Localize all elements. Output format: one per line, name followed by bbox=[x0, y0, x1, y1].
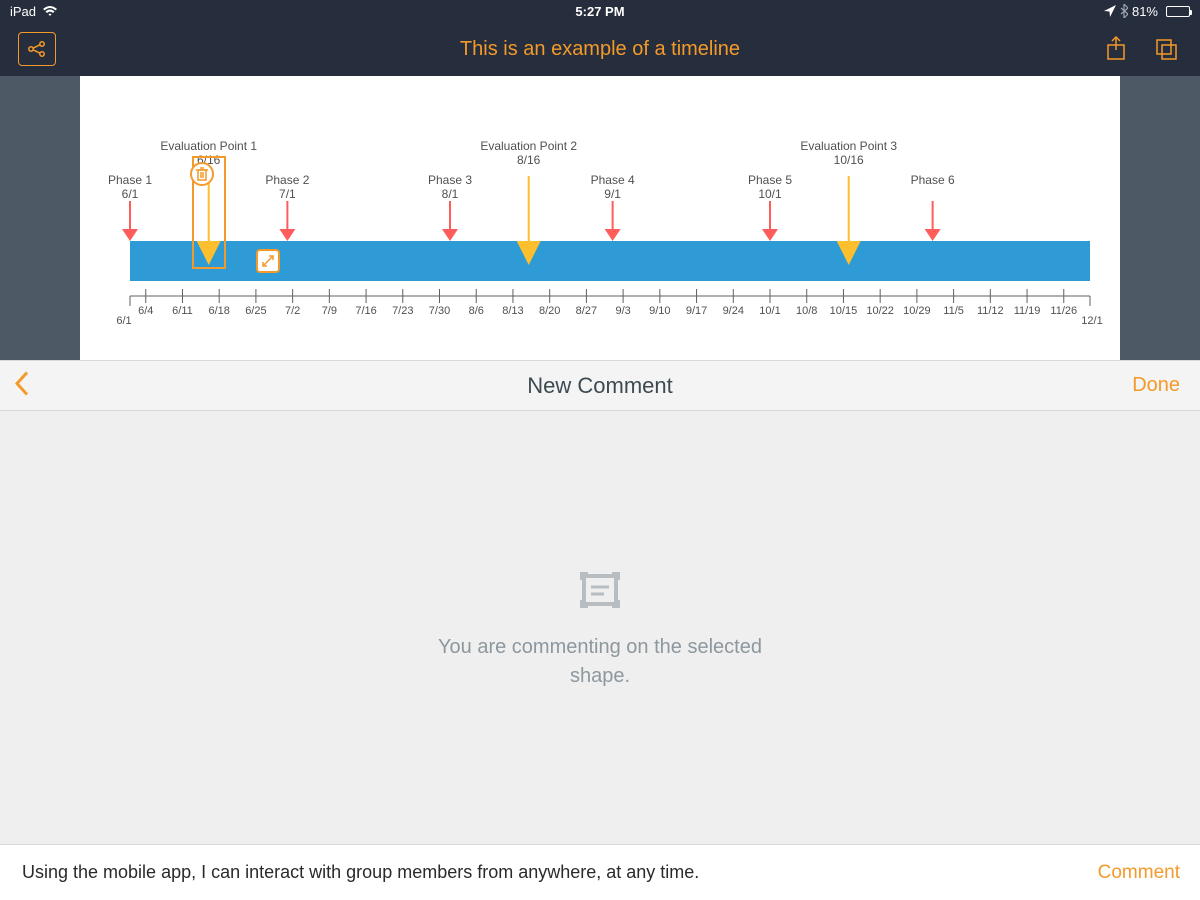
svg-text:Evaluation Point 3: Evaluation Point 3 bbox=[800, 139, 897, 153]
comment-title: New Comment bbox=[527, 373, 672, 399]
svg-text:10/29: 10/29 bbox=[903, 305, 931, 317]
comment-header: New Comment Done bbox=[0, 361, 1200, 411]
svg-text:Phase 6: Phase 6 bbox=[911, 173, 955, 187]
comment-send-button[interactable]: Comment bbox=[1098, 862, 1180, 884]
svg-text:10/1: 10/1 bbox=[758, 187, 782, 201]
svg-text:7/23: 7/23 bbox=[392, 305, 413, 317]
wifi-icon bbox=[42, 5, 58, 17]
svg-text:9/24: 9/24 bbox=[723, 305, 744, 317]
svg-text:9/1: 9/1 bbox=[604, 187, 621, 201]
svg-text:8/1: 8/1 bbox=[442, 187, 459, 201]
svg-text:9/10: 9/10 bbox=[649, 305, 670, 317]
svg-text:6/11: 6/11 bbox=[172, 305, 193, 317]
comment-body: You are commenting on the selected shape… bbox=[0, 411, 1200, 844]
delete-handle[interactable] bbox=[190, 162, 214, 186]
svg-text:10/16: 10/16 bbox=[834, 153, 864, 167]
svg-text:12/1: 12/1 bbox=[1081, 315, 1102, 327]
done-button[interactable]: Done bbox=[1132, 374, 1180, 397]
ios-status-bar: iPad 5:27 PM 81% bbox=[0, 0, 1200, 22]
svg-text:6/1: 6/1 bbox=[122, 187, 139, 201]
comment-input[interactable] bbox=[20, 861, 1078, 884]
app-header: This is an example of a timeline bbox=[0, 22, 1200, 76]
document-canvas[interactable]: 6/1 12/1 6/4 6/11 6/18 6/25 7/2 7/9 7/16 7/23 7/30… bbox=[80, 76, 1120, 360]
location-icon bbox=[1104, 5, 1116, 17]
battery-percent: 81% bbox=[1132, 4, 1158, 19]
svg-text:9/3: 9/3 bbox=[615, 305, 630, 317]
svg-text:8/16: 8/16 bbox=[517, 153, 541, 167]
document-title: This is an example of a timeline bbox=[460, 38, 740, 61]
copy-icon[interactable] bbox=[1150, 33, 1182, 65]
svg-text:6/25: 6/25 bbox=[245, 305, 266, 317]
svg-text:Phase 3: Phase 3 bbox=[428, 173, 472, 187]
comment-input-bar: Comment bbox=[0, 844, 1200, 900]
svg-text:7/16: 7/16 bbox=[355, 305, 376, 317]
svg-text:10/22: 10/22 bbox=[866, 305, 894, 317]
timeline-chart[interactable]: 6/1 12/1 6/4 6/11 6/18 6/25 7/2 7/9 7/16 7/23 7/30… bbox=[80, 76, 1120, 360]
share-button[interactable] bbox=[18, 32, 56, 66]
svg-text:10/8: 10/8 bbox=[796, 305, 817, 317]
svg-text:11/12: 11/12 bbox=[977, 305, 1004, 317]
shape-icon bbox=[574, 564, 626, 621]
svg-text:Evaluation Point 1: Evaluation Point 1 bbox=[160, 139, 257, 153]
export-icon[interactable] bbox=[1100, 33, 1132, 65]
comment-panel: New Comment Done You are commenting on t… bbox=[0, 360, 1200, 900]
svg-text:11/26: 11/26 bbox=[1050, 305, 1077, 317]
svg-text:Phase 4: Phase 4 bbox=[591, 173, 635, 187]
resize-handle[interactable] bbox=[256, 249, 280, 273]
battery-icon bbox=[1162, 6, 1190, 17]
svg-text:7/2: 7/2 bbox=[285, 305, 300, 317]
svg-text:Phase 2: Phase 2 bbox=[265, 173, 309, 187]
bluetooth-icon bbox=[1120, 4, 1128, 18]
svg-text:8/6: 8/6 bbox=[469, 305, 484, 317]
svg-text:8/27: 8/27 bbox=[576, 305, 597, 317]
svg-text:10/15: 10/15 bbox=[830, 305, 858, 317]
svg-text:7/30: 7/30 bbox=[429, 305, 450, 317]
svg-text:10/1: 10/1 bbox=[759, 305, 780, 317]
svg-text:9/17: 9/17 bbox=[686, 305, 707, 317]
svg-text:Evaluation Point 2: Evaluation Point 2 bbox=[480, 139, 577, 153]
svg-text:7/9: 7/9 bbox=[322, 305, 337, 317]
comment-hint: You are commenting on the selected shape… bbox=[438, 633, 762, 691]
svg-text:8/20: 8/20 bbox=[539, 305, 560, 317]
svg-text:Phase 1: Phase 1 bbox=[108, 173, 152, 187]
device-label: iPad bbox=[10, 4, 36, 19]
svg-text:6/1: 6/1 bbox=[116, 315, 131, 327]
svg-text:Phase 5: Phase 5 bbox=[748, 173, 792, 187]
status-time: 5:27 PM bbox=[575, 4, 624, 19]
svg-text:7/1: 7/1 bbox=[279, 187, 296, 201]
svg-text:6/18: 6/18 bbox=[208, 305, 229, 317]
svg-text:11/19: 11/19 bbox=[1014, 305, 1041, 317]
back-button[interactable] bbox=[14, 370, 30, 401]
svg-text:8/13: 8/13 bbox=[502, 305, 523, 317]
svg-text:11/5: 11/5 bbox=[943, 305, 964, 317]
svg-text:6/4: 6/4 bbox=[138, 305, 153, 317]
